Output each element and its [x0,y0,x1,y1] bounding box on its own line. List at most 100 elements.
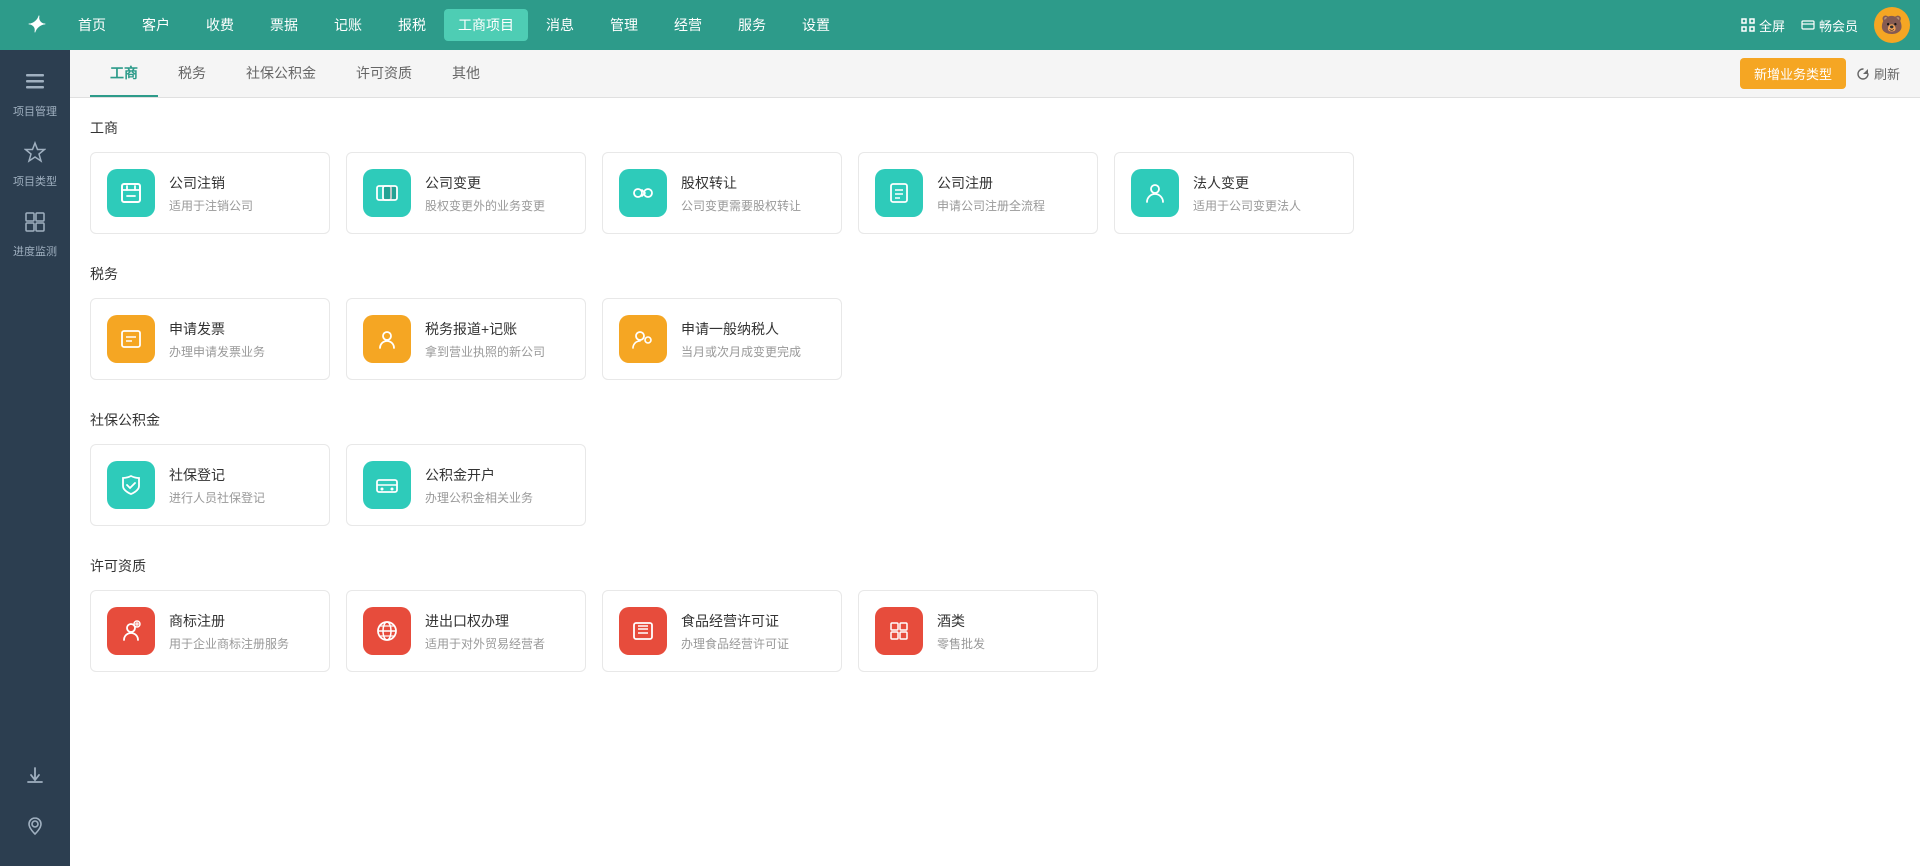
nav-tax[interactable]: 报税 [380,0,444,50]
nav-service[interactable]: 服务 [720,0,784,50]
card-info-company-cancel: 公司注销 适用于注销公司 [169,173,253,214]
sidebar-bottom [0,756,70,866]
card-title-company-register: 公司注册 [937,173,1045,193]
nav-invoice[interactable]: 票据 [252,0,316,50]
card-icon-company-cancel [107,169,155,217]
refresh-label: 刷新 [1874,64,1900,83]
section-tax: 税务 申请发票 办理申请发票业务 [90,264,1900,380]
tab-business[interactable]: 工商 [90,50,158,97]
card-desc-tax-report-bookkeeping: 拿到营业执照的新公司 [425,343,545,360]
card-icon-food-license [619,607,667,655]
card-desc-social-security-register: 进行人员社保登记 [169,489,265,506]
cards-grid-license: 商标注册 用于企业商标注册服务 进出口权办理 适用于对外贸易经营者 [90,590,1900,672]
card-desc-legal-person-change: 适用于公司变更法人 [1193,197,1301,214]
nav-settings[interactable]: 设置 [784,0,848,50]
card-title-food-license: 食品经营许可证 [681,611,789,631]
card-icon-company-change [363,169,411,217]
section-social-insurance: 社保公积金 社保登记 进行人员社保登记 [90,410,1900,526]
card-icon-equity-transfer [619,169,667,217]
card-equity-transfer[interactable]: 股权转让 公司变更需要股权转让 [602,152,842,234]
card-title-social-security-register: 社保登记 [169,465,265,485]
card-title-import-export: 进出口权办理 [425,611,545,631]
card-desc-import-export: 适用于对外贸易经营者 [425,635,545,652]
card-info-apply-invoice: 申请发票 办理申请发票业务 [169,319,265,360]
section-title-gongshang: 工商 [90,118,1900,138]
card-icon-apply-invoice [107,315,155,363]
nav-message[interactable]: 消息 [528,0,592,50]
sidebar-item-progress-monitor[interactable]: 进度监测 [0,200,70,270]
sidebar-label-project-type: 项目类型 [13,173,57,189]
tab-license[interactable]: 许可资质 [336,50,432,97]
nav-customer[interactable]: 客户 [124,0,188,50]
list-icon [24,71,46,99]
tab-social-insurance[interactable]: 社保公积金 [226,50,336,97]
nav-business-project[interactable]: 工商项目 [444,9,528,41]
grid-icon [24,211,46,239]
card-tax-report-bookkeeping[interactable]: 税务报道+记账 拿到营业执照的新公司 [346,298,586,380]
tabs: 工商 税务 社保公积金 许可资质 其他 [90,50,1740,97]
top-nav: ✦ 首页 客户 收费 票据 记账 报税 工商项目 消息 管理 经营 服务 设置 … [0,0,1920,50]
card-info-provident-fund-open: 公积金开户 办理公积金相关业务 [425,465,533,506]
card-liquor[interactable]: 酒类 零售批发 [858,590,1098,672]
section-title-tax: 税务 [90,264,1900,284]
nav-right: 全屏 畅会员 🐻 [1741,7,1910,43]
card-food-license[interactable]: 食品经营许可证 办理食品经营许可证 [602,590,842,672]
vip-btn[interactable]: 畅会员 [1801,16,1858,35]
sidebar-label-project-management: 项目管理 [13,103,57,119]
card-icon-trademark-register [107,607,155,655]
tab-other[interactable]: 其他 [432,50,500,97]
card-desc-provident-fund-open: 办理公积金相关业务 [425,489,533,506]
sidebar-item-project-type[interactable]: 项目类型 [0,130,70,200]
sidebar-download-btn[interactable] [0,756,70,796]
card-desc-company-register: 申请公司注册全流程 [937,197,1045,214]
card-icon-company-register [875,169,923,217]
card-title-company-cancel: 公司注销 [169,173,253,193]
card-social-security-register[interactable]: 社保登记 进行人员社保登记 [90,444,330,526]
card-title-trademark-register: 商标注册 [169,611,289,631]
refresh-button[interactable]: 刷新 [1856,64,1900,83]
section-title-social-insurance: 社保公积金 [90,410,1900,430]
card-provident-fund-open[interactable]: 公积金开户 办理公积金相关业务 [346,444,586,526]
section-license: 许可资质 商标注册 用于企业商标注册服务 [90,556,1900,672]
nav-manage[interactable]: 管理 [592,0,656,50]
card-icon-liquor [875,607,923,655]
card-desc-company-change: 股权变更外的业务变更 [425,197,545,214]
card-icon-social-security-register [107,461,155,509]
card-info-social-security-register: 社保登记 进行人员社保登记 [169,465,265,506]
card-title-liquor: 酒类 [937,611,985,631]
logo: ✦ [10,12,60,38]
user-avatar[interactable]: 🐻 [1874,7,1910,43]
sidebar-location-btn[interactable] [0,806,70,846]
card-title-company-change: 公司变更 [425,173,545,193]
nav-home[interactable]: 首页 [60,0,124,50]
sidebar-label-progress-monitor: 进度监测 [13,243,57,259]
card-icon-apply-general-taxpayer [619,315,667,363]
card-company-cancel[interactable]: 公司注销 适用于注销公司 [90,152,330,234]
card-info-import-export: 进出口权办理 适用于对外贸易经营者 [425,611,545,652]
card-import-export[interactable]: 进出口权办理 适用于对外贸易经营者 [346,590,586,672]
tab-tax[interactable]: 税务 [158,50,226,97]
sidebar-item-project-management[interactable]: 项目管理 [0,60,70,130]
card-title-tax-report-bookkeeping: 税务报道+记账 [425,319,545,339]
card-title-apply-invoice: 申请发票 [169,319,265,339]
nav-fee[interactable]: 收费 [188,0,252,50]
cards-grid-gongshang: 公司注销 适用于注销公司 公司变更 股权变更外的业务变更 [90,152,1900,234]
fullscreen-btn[interactable]: 全屏 [1741,16,1785,35]
fullscreen-label: 全屏 [1759,16,1785,35]
card-company-register[interactable]: 公司注册 申请公司注册全流程 [858,152,1098,234]
nav-bookkeeping[interactable]: 记账 [316,0,380,50]
tab-bar-actions: 新增业务类型 刷新 [1740,58,1900,89]
card-legal-person-change[interactable]: 法人变更 适用于公司变更法人 [1114,152,1354,234]
new-type-button[interactable]: 新增业务类型 [1740,58,1846,89]
nav-operation[interactable]: 经营 [656,0,720,50]
card-apply-general-taxpayer[interactable]: 申请一般纳税人 当月或次月成变更完成 [602,298,842,380]
card-apply-invoice[interactable]: 申请发票 办理申请发票业务 [90,298,330,380]
card-desc-trademark-register: 用于企业商标注册服务 [169,635,289,652]
scroll-content[interactable]: 工商 公司注销 适用于注销公司 [70,98,1920,866]
card-company-change[interactable]: 公司变更 股权变更外的业务变更 [346,152,586,234]
cards-grid-tax: 申请发票 办理申请发票业务 税务报道+记账 拿到营业执照的新公司 [90,298,1900,380]
card-title-apply-general-taxpayer: 申请一般纳税人 [681,319,801,339]
nav-items: 首页 客户 收费 票据 记账 报税 工商项目 消息 管理 经营 服务 设置 [60,0,1741,50]
card-trademark-register[interactable]: 商标注册 用于企业商标注册服务 [90,590,330,672]
card-desc-apply-invoice: 办理申请发票业务 [169,343,265,360]
